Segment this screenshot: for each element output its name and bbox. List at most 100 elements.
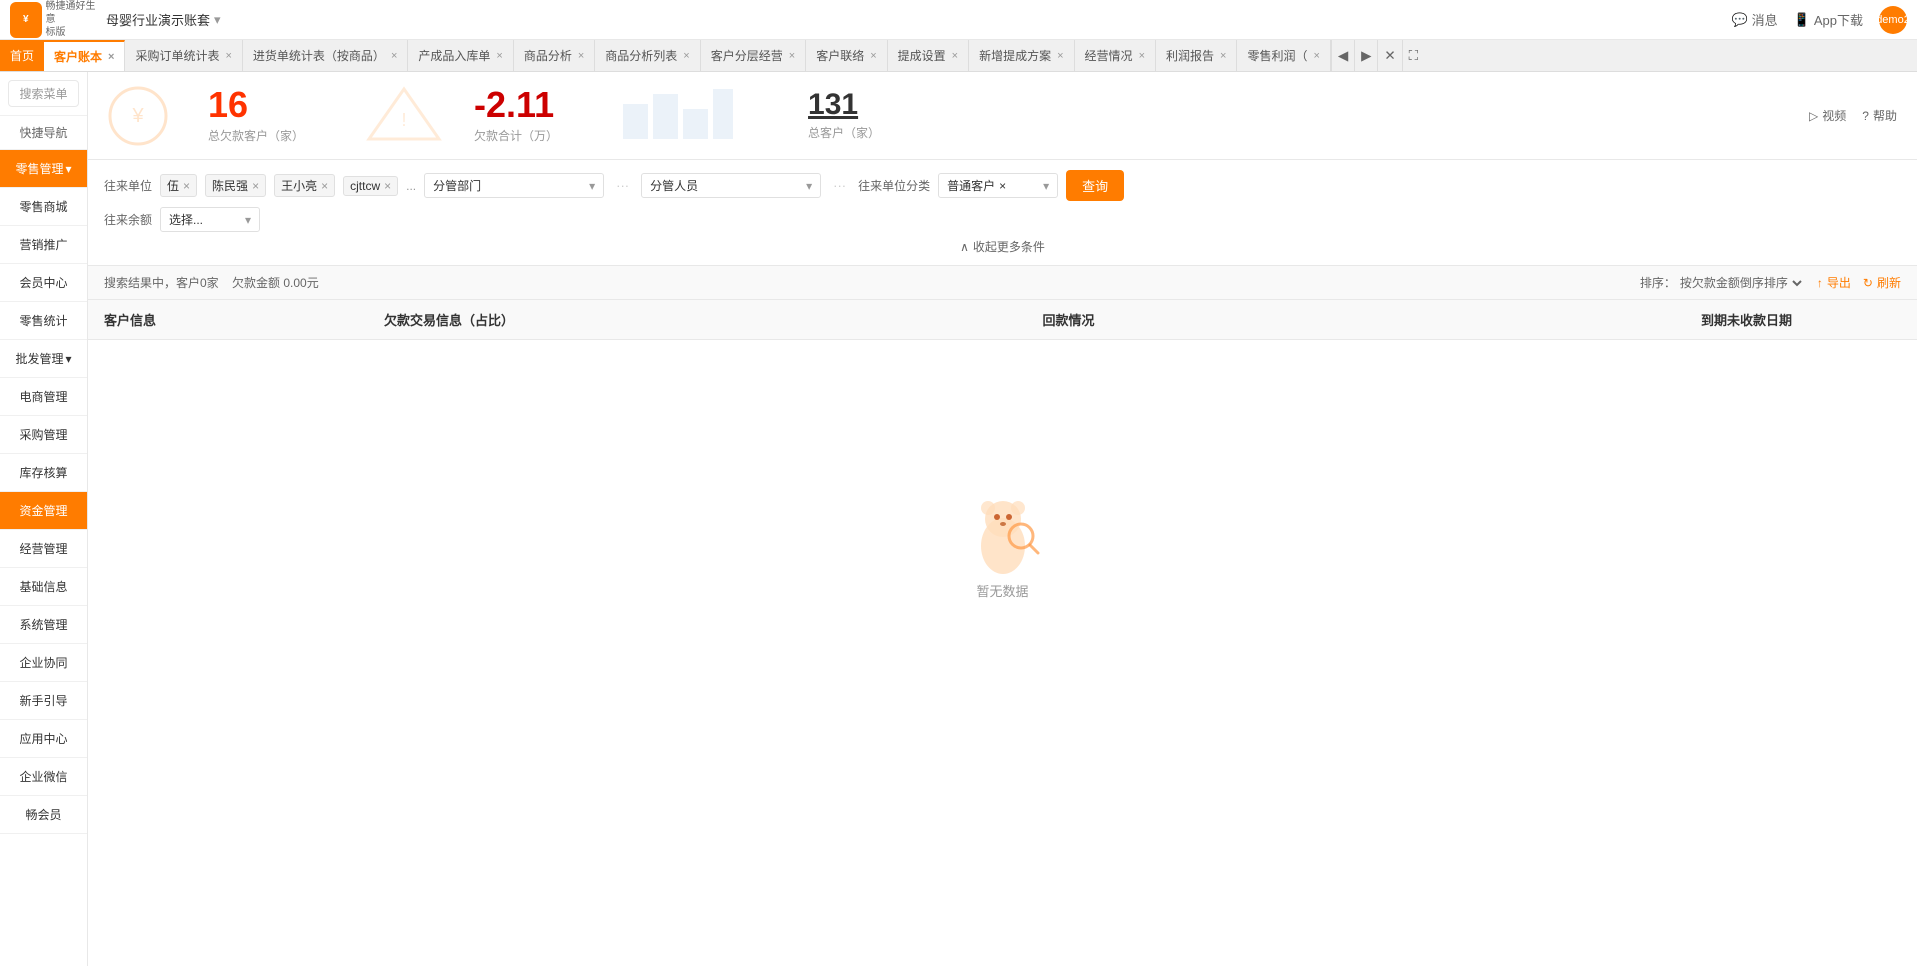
balance-select[interactable]: 选择... ▾	[160, 207, 260, 232]
filter-tag-1: 伍 ×	[160, 174, 197, 197]
empty-text: 暂无数据	[976, 581, 1028, 600]
sidebar-item-inventory[interactable]: 库存核算	[0, 454, 87, 492]
chevron-down-icon: ▾	[589, 179, 595, 193]
chevron-down-icon: ▾	[65, 162, 71, 176]
stat-debt: -2.11 欠款合计（万）	[464, 87, 598, 144]
tab-stock-stat[interactable]: 进货单统计表（按商品） ×	[243, 40, 408, 72]
sidebar-item-retail-stats[interactable]: 零售统计	[0, 302, 87, 340]
sidebar-item-retail-mall[interactable]: 零售商城	[0, 188, 87, 226]
close-icon[interactable]: ×	[789, 50, 795, 62]
search-menu-button[interactable]: 搜索菜单	[8, 80, 79, 107]
tab-new-commission[interactable]: 新增提成方案 ×	[969, 40, 1074, 72]
sidebar-item-basic-info[interactable]: 基础信息	[0, 568, 87, 606]
unit-type-select[interactable]: 普通客户 × ▾	[938, 173, 1058, 198]
video-button[interactable]: ▷ 视频	[1809, 107, 1846, 124]
sidebar-item-collab[interactable]: 企业协同	[0, 644, 87, 682]
table-body: 暂无数据	[88, 340, 1917, 740]
sidebar-item-marketing[interactable]: 营销推广	[0, 226, 87, 264]
chevron-up-icon: ∧	[960, 240, 969, 254]
tab-operations[interactable]: 经营情况 ×	[1075, 40, 1156, 72]
tab-commission-settings[interactable]: 提成设置 ×	[888, 40, 969, 72]
close-icon[interactable]: ×	[384, 179, 391, 193]
sort-select[interactable]: 按欠款金额倒序排序	[1676, 275, 1805, 291]
tab-production[interactable]: 产成品入库单 ×	[408, 40, 513, 72]
sort-label: 排序：	[1640, 274, 1676, 291]
sidebar-item-wechat[interactable]: 企业微信	[0, 758, 87, 796]
dept-select[interactable]: 分管部门 ▾	[424, 173, 604, 198]
help-icon: ?	[1862, 109, 1869, 123]
close-icon[interactable]: ×	[321, 179, 328, 193]
main-layout: 搜索菜单 快捷导航 零售管理 ▾ 零售商城 营销推广 会员中心 零售统计 批发管…	[0, 72, 1917, 966]
sidebar-item-retail[interactable]: 零售管理 ▾	[0, 150, 87, 188]
close-icon[interactable]: ×	[578, 50, 584, 62]
chevron-down-icon: ▾	[1043, 179, 1049, 193]
tab-purchase-order[interactable]: 采购订单统计表 ×	[125, 40, 242, 72]
chevron-down-icon: ▾	[245, 213, 251, 227]
tab-retail-profit[interactable]: 零售利润（ ×	[1237, 40, 1330, 72]
customers-count-label: 总欠款客户（家）	[208, 127, 304, 144]
person-select[interactable]: 分管人员 ▾	[641, 173, 821, 198]
sidebar-item-guide[interactable]: 新手引导	[0, 682, 87, 720]
tab-customer-contact[interactable]: 客户联络 ×	[806, 40, 887, 72]
tab-scroll-right[interactable]: ▶	[1354, 40, 1377, 72]
close-icon[interactable]: ×	[252, 179, 259, 193]
tab-customer-layer[interactable]: 客户分层经营 ×	[701, 40, 806, 72]
tab-product-analysis[interactable]: 商品分析 ×	[514, 40, 595, 72]
close-icon[interactable]: ×	[1313, 50, 1319, 62]
app-download-button[interactable]: 📱 App下载	[1794, 10, 1863, 29]
close-icon[interactable]: ×	[1220, 50, 1226, 62]
sidebar-item-purchase[interactable]: 采购管理	[0, 416, 87, 454]
close-icon[interactable]: ×	[391, 50, 397, 62]
tab-close-all[interactable]: ✕	[1377, 40, 1401, 72]
empty-illustration	[953, 481, 1053, 581]
tab-home[interactable]: 首页	[0, 40, 44, 72]
debt-total-value: -2.11	[474, 87, 554, 123]
message-icon: 💬	[1731, 12, 1747, 28]
filter-tag-2: 陈民强 ×	[205, 174, 266, 197]
tab-fullscreen[interactable]: ⛶	[1402, 40, 1424, 72]
filter-tag-3: 王小亮 ×	[274, 174, 335, 197]
play-icon: ▷	[1809, 109, 1818, 123]
collapse-button[interactable]: ∧ 收起更多条件	[104, 238, 1901, 255]
export-button[interactable]: ↑ 导出	[1817, 274, 1851, 291]
sidebar-item-ecommerce[interactable]: 电商管理	[0, 378, 87, 416]
close-icon[interactable]: ×	[870, 50, 876, 62]
tab-product-list[interactable]: 商品分析列表 ×	[595, 40, 700, 72]
help-button[interactable]: ? 帮助	[1862, 107, 1897, 124]
refresh-button[interactable]: ↻ 刷新	[1863, 274, 1901, 291]
more-tags-button[interactable]: ...	[406, 179, 416, 193]
table-header: 客户信息 欠款交易信息（占比） 回款情况 到期未收款日期	[88, 300, 1917, 340]
tab-customers[interactable]: 客户账本 ×	[44, 40, 125, 72]
store-selector[interactable]: 母婴行业演示账套 ▾	[98, 10, 229, 29]
chevron-down-icon: ▾	[214, 12, 221, 28]
close-icon[interactable]: ×	[225, 50, 231, 62]
user-menu[interactable]: demo2	[1879, 6, 1907, 34]
empty-state: 暂无数据	[893, 421, 1113, 660]
sidebar-item-operations[interactable]: 经营管理	[0, 530, 87, 568]
refresh-icon: ↻	[1863, 276, 1873, 290]
close-icon[interactable]: ×	[952, 50, 958, 62]
messages-button[interactable]: 💬 消息	[1731, 10, 1777, 29]
unit-filter-label: 往来单位	[104, 177, 152, 194]
close-icon[interactable]: ×	[183, 179, 190, 193]
tab-profit-report[interactable]: 利润报告 ×	[1156, 40, 1237, 72]
header-right: 💬 消息 📱 App下载 demo2	[1731, 6, 1907, 34]
sidebar-search-area: 搜索菜单	[0, 72, 87, 116]
sidebar-item-wholesale[interactable]: 批发管理 ▾	[0, 340, 87, 378]
tab-scroll-left[interactable]: ◀	[1331, 40, 1354, 72]
sidebar-item-app-center[interactable]: 应用中心	[0, 720, 87, 758]
close-icon[interactable]: ×	[108, 51, 114, 63]
sidebar-item-changhui[interactable]: 畅会员	[0, 796, 87, 834]
debt-total-label: 欠款合计（万）	[474, 127, 558, 144]
close-icon[interactable]: ×	[496, 50, 502, 62]
close-icon[interactable]: ×	[683, 50, 689, 62]
close-icon[interactable]: ×	[999, 179, 1006, 193]
sidebar-item-finance[interactable]: 资金管理	[0, 492, 87, 530]
query-button[interactable]: 查询	[1066, 170, 1124, 201]
sidebar-item-system[interactable]: 系统管理	[0, 606, 87, 644]
close-icon[interactable]: ×	[1139, 50, 1145, 62]
close-icon[interactable]: ×	[1057, 50, 1063, 62]
total-customers-label: 总客户（家）	[808, 124, 880, 141]
sidebar-quick-nav[interactable]: 快捷导航	[0, 116, 87, 150]
sidebar-item-members[interactable]: 会员中心	[0, 264, 87, 302]
